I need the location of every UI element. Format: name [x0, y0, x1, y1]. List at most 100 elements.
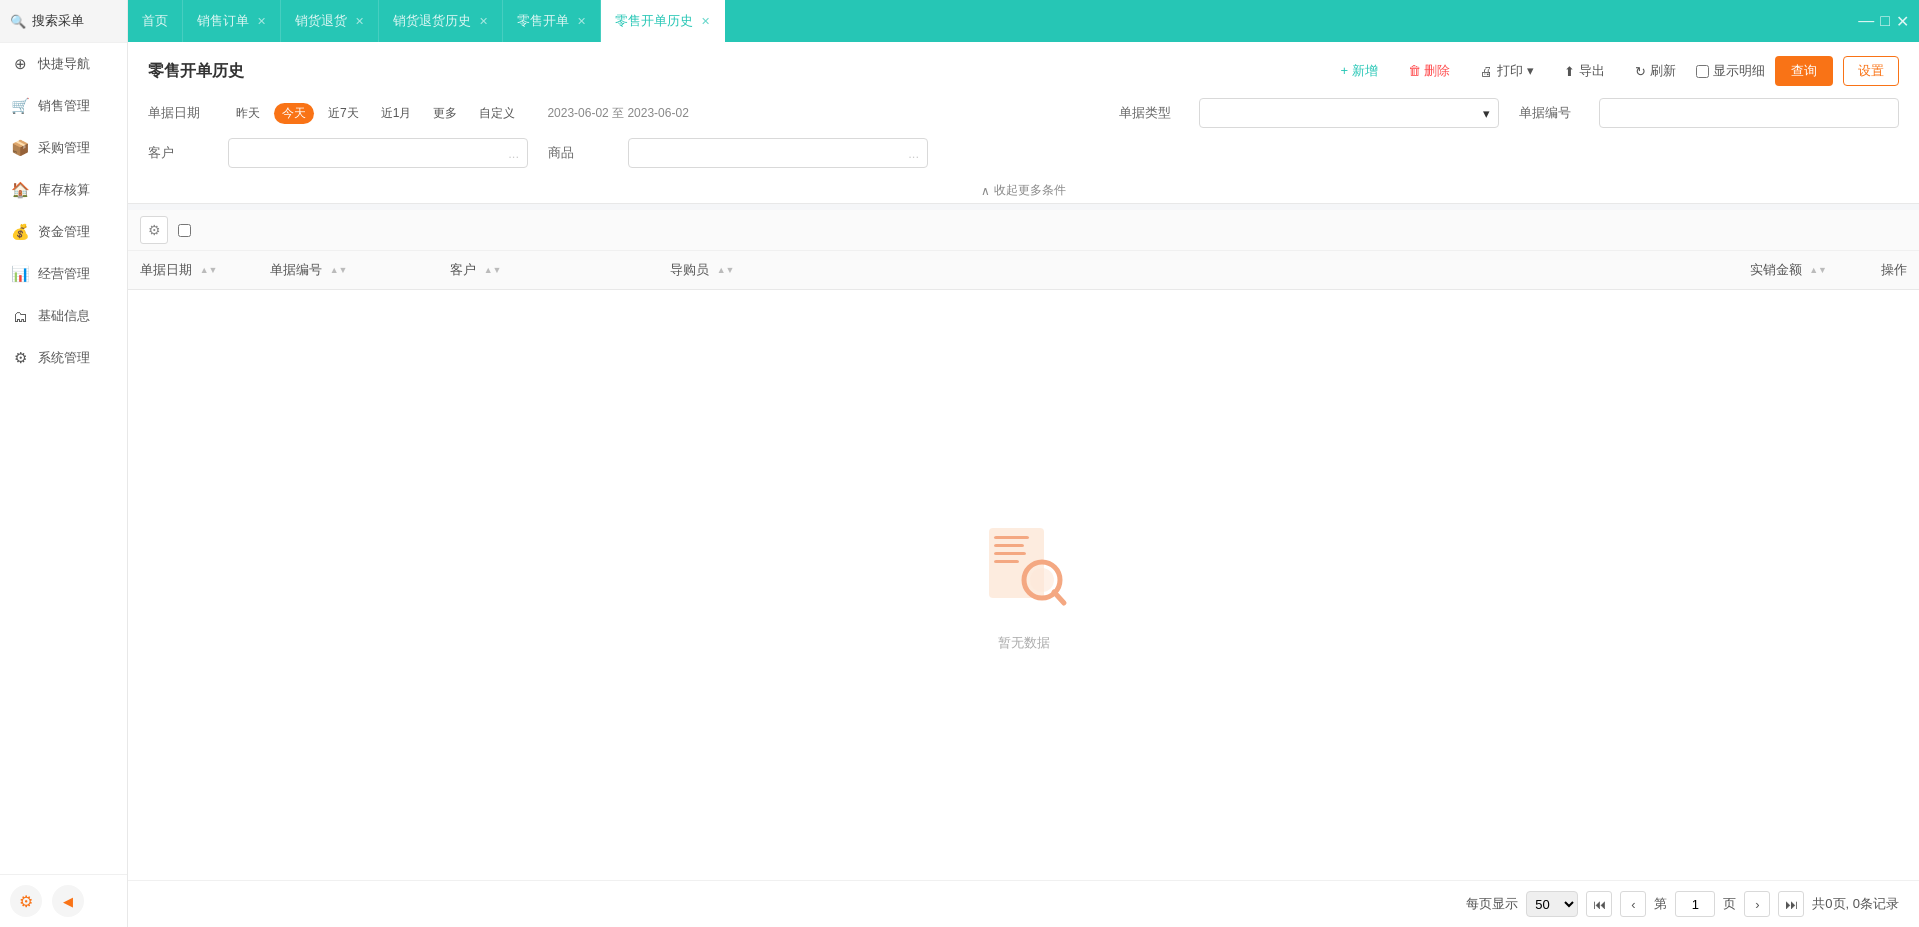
sidebar-search-label: 搜索采单: [32, 12, 84, 30]
sidebar-icon-basic-info: 🗂: [10, 308, 30, 325]
tab-retail-open-history[interactable]: 零售开单历史✕: [601, 0, 725, 42]
per-page-select[interactable]: 50 100 200: [1526, 891, 1578, 917]
tab-close-sales-return-history[interactable]: ✕: [479, 15, 488, 28]
window-close-btn[interactable]: ✕: [1896, 12, 1909, 31]
collapse-more-conditions[interactable]: ∧ 收起更多条件: [148, 178, 1899, 203]
table-container: ⚙ 单据日期 ▲▼ 单据编号 ▲▼ 客户: [128, 210, 1919, 927]
svg-line-7: [1054, 592, 1064, 603]
refresh-icon: ↻: [1635, 64, 1646, 79]
query-button[interactable]: 查询: [1775, 56, 1833, 86]
refresh-button[interactable]: ↻ 刷新: [1625, 57, 1686, 85]
sidebar-label-stock-calc: 库存核算: [38, 181, 90, 199]
table-settings-btn[interactable]: ⚙: [140, 216, 168, 244]
sidebar-icon-finance-mgmt: 💰: [10, 223, 30, 241]
sidebar-item-basic-info[interactable]: 🗂 基础信息: [0, 295, 127, 337]
print-icon: 🖨: [1480, 64, 1493, 79]
col-customer: 客户 ▲▼: [438, 251, 658, 290]
tab-close-retail-open-history[interactable]: ✕: [701, 15, 710, 28]
sort-guide-icon[interactable]: ▲▼: [717, 266, 735, 275]
customer-input[interactable]: ...: [228, 138, 528, 168]
prev-page-btn[interactable]: ‹: [1620, 891, 1646, 917]
doc-type-chevron-icon: ▾: [1483, 106, 1490, 121]
sidebar-icon-sales-mgmt: 🛒: [10, 97, 30, 115]
display-detail-label[interactable]: 显示明细: [1696, 62, 1765, 80]
svg-point-6: [1030, 568, 1054, 592]
export-button[interactable]: ⬆ 导出: [1554, 57, 1615, 85]
svg-rect-3: [994, 552, 1026, 555]
sidebar-item-stock-calc[interactable]: 🏠库存核算: [0, 169, 127, 211]
collapse-sidebar-btn[interactable]: ◀: [52, 885, 84, 917]
sidebar-item-quick-nav[interactable]: ⊕快捷导航: [0, 43, 127, 85]
date-opt-自定义[interactable]: 自定义: [471, 103, 523, 124]
col-action: 操作: [1839, 251, 1919, 290]
svg-rect-2: [994, 544, 1024, 547]
tab-close-sales-order[interactable]: ✕: [257, 15, 266, 28]
product-input[interactable]: ...: [628, 138, 928, 168]
date-opt-更多[interactable]: 更多: [425, 103, 465, 124]
doc-no-input[interactable]: [1599, 98, 1899, 128]
filter-area: 单据日期 昨天今天近7天近1月更多自定义 2023-06-02 至 2023-0…: [148, 98, 1899, 203]
tab-label-retail-open: 零售开单: [517, 12, 569, 30]
date-opt-昨天[interactable]: 昨天: [228, 103, 268, 124]
date-opt-近1月[interactable]: 近1月: [373, 103, 420, 124]
per-page-label: 每页显示: [1466, 895, 1518, 913]
tabs-window-controls: — □ ✕: [1848, 0, 1919, 42]
collapse-more-label: 收起更多条件: [994, 182, 1066, 199]
sidebar: 🔍 搜索采单 ⊕快捷导航 🛒 销售管理 📦 采购管理 🏠库存核算💰资金管理📊经营管理 🗂 基础…: [0, 0, 128, 927]
sidebar-label-sales-mgmt: 销售管理: [38, 97, 90, 115]
tab-retail-open[interactable]: 零售开单 ✕: [503, 0, 601, 42]
sort-amount-icon[interactable]: ▲▼: [1809, 266, 1827, 275]
sort-no-icon[interactable]: ▲▼: [330, 266, 348, 275]
settings-footer-btn[interactable]: ⚙: [10, 885, 42, 917]
table-toolbar: ⚙: [128, 210, 1919, 251]
tab-sales-order[interactable]: 销售订单✕: [183, 0, 281, 42]
page-header-top: 零售开单历史 + 新增 🗑 删除 🖨 🖨 打印 打印 ▾ ⬆ 导出 ↻ 刷新: [148, 56, 1899, 86]
empty-state: 暂无数据: [128, 290, 1919, 880]
main: 首页销售订单✕销货退货✕销货退货历史✕零售开单✕零售开单历史✕ — □ ✕ 零售…: [128, 0, 1919, 927]
sidebar-item-finance-mgmt[interactable]: 💰资金管理: [0, 211, 127, 253]
sidebar-item-ops-mgmt[interactable]: 📊经营管理: [0, 253, 127, 295]
sidebar-label-ops-mgmt: 经营管理: [38, 265, 90, 283]
delete-button[interactable]: 🗑 删除: [1398, 57, 1461, 85]
sidebar-label-purchase-mgmt: 采购管理: [38, 139, 90, 157]
page-label: 第: [1654, 895, 1667, 913]
window-maximize-btn[interactable]: □: [1880, 12, 1890, 30]
svg-rect-1: [994, 536, 1029, 539]
tab-close-sales-return[interactable]: ✕: [355, 15, 364, 28]
display-detail-checkbox[interactable]: [1696, 65, 1709, 78]
sort-customer-icon[interactable]: ▲▼: [484, 266, 502, 275]
sidebar-item-sales-mgmt[interactable]: 🛒 销售管理: [0, 85, 127, 127]
sidebar-label-basic-info: 基础信息: [38, 307, 90, 325]
sidebar-item-sys-mgmt[interactable]: ⚙系统管理: [0, 337, 127, 379]
tab-home[interactable]: 首页: [128, 0, 183, 42]
col-amount: 实销金额 ▲▼: [1719, 251, 1839, 290]
tab-close-retail-open[interactable]: ✕: [577, 15, 586, 28]
customer-filter-label: 客户: [148, 144, 208, 162]
print-button[interactable]: 🖨 🖨 打印 打印 ▾: [1470, 57, 1544, 85]
last-page-btn[interactable]: ⏭: [1778, 891, 1804, 917]
sort-date-icon[interactable]: ▲▼: [200, 266, 218, 275]
setting-button[interactable]: 设置: [1843, 56, 1899, 86]
date-opt-今天[interactable]: 今天: [274, 103, 314, 124]
tab-sales-return[interactable]: 销货退货✕: [281, 0, 379, 42]
total-info: 共0页, 0条记录: [1812, 895, 1899, 913]
select-all-checkbox[interactable]: [178, 224, 191, 237]
toolbar: + 新增 🗑 删除 🖨 🖨 打印 打印 ▾ ⬆ 导出 ↻ 刷新: [1331, 56, 1899, 86]
tab-label-home: 首页: [142, 12, 168, 30]
sidebar-icon-purchase-mgmt: 📦: [10, 139, 30, 157]
next-page-btn[interactable]: ›: [1744, 891, 1770, 917]
doc-type-select[interactable]: ▾: [1199, 98, 1499, 128]
empty-illustration: [974, 518, 1074, 618]
date-filter-label: 单据日期: [148, 104, 208, 122]
customer-dots: ...: [508, 146, 519, 161]
tab-sales-return-history[interactable]: 销货退货历史✕: [379, 0, 503, 42]
sidebar-item-purchase-mgmt[interactable]: 📦 采购管理: [0, 127, 127, 169]
new-button[interactable]: + 新增: [1331, 57, 1388, 85]
search-icon: 🔍: [10, 14, 26, 29]
first-page-btn[interactable]: ⏮: [1586, 891, 1612, 917]
window-minimize-btn[interactable]: —: [1858, 12, 1874, 30]
sidebar-search[interactable]: 🔍 搜索采单: [0, 0, 127, 43]
date-opt-近7天[interactable]: 近7天: [320, 103, 367, 124]
page-input[interactable]: [1675, 891, 1715, 917]
product-dots: ...: [908, 146, 919, 161]
